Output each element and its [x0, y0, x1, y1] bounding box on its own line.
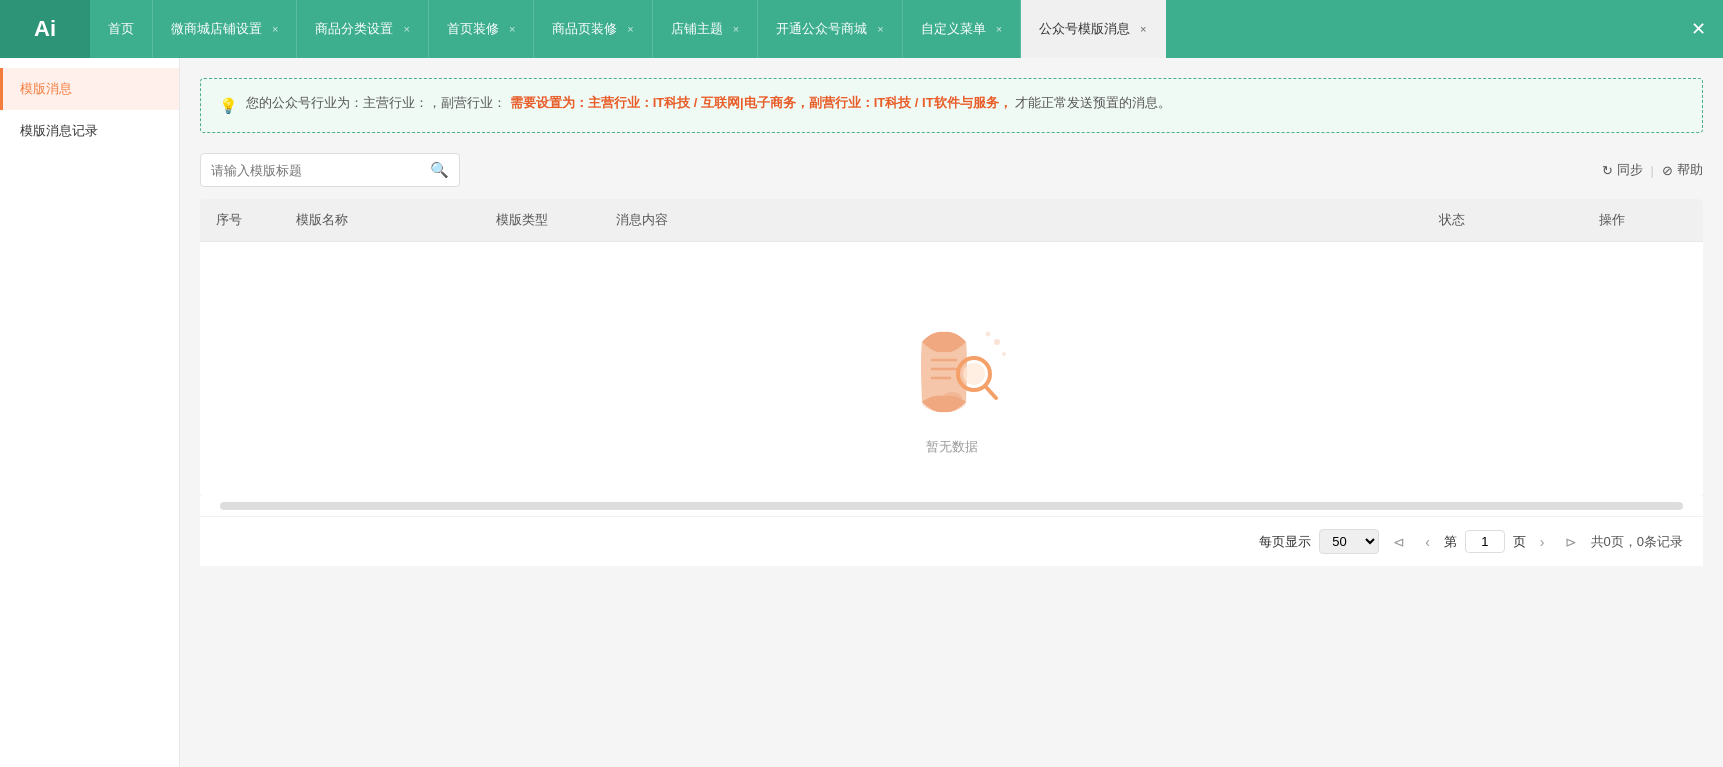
nav-tabs: 首页微商城店铺设置×商品分类设置×首页装修×商品页装修×店铺主题×开通公众号商城…: [90, 0, 1673, 58]
svg-point-10: [985, 332, 990, 337]
page-size-select[interactable]: 102050100: [1319, 529, 1379, 554]
current-page-prefix: 第: [1444, 533, 1457, 551]
help-button[interactable]: ⊘ 帮助: [1662, 161, 1703, 179]
notice-text: 您的公众号行业为：主营行业：，副营行业： 需要设置为：主营行业：IT科技 / 互…: [246, 93, 1171, 114]
table-header-row: 序号模版名称模版类型消息内容状态操作: [200, 199, 1703, 242]
table-col-content: 消息内容: [600, 199, 1423, 242]
nav-tab-shop-theme[interactable]: 店铺主题×: [653, 0, 758, 58]
empty-text: 暂无数据: [926, 438, 978, 456]
nav-tab-product-page-deco[interactable]: 商品页装修×: [534, 0, 652, 58]
empty-illustration: [892, 302, 1012, 422]
close-tab-icon[interactable]: ×: [1140, 23, 1146, 35]
close-tab-icon[interactable]: ×: [403, 23, 409, 35]
nav-tab-home[interactable]: 首页: [90, 0, 153, 58]
close-tab-icon[interactable]: ×: [627, 23, 633, 35]
sync-icon: ↻: [1602, 163, 1613, 178]
horizontal-scrollbar[interactable]: [220, 502, 1683, 510]
search-button[interactable]: 🔍: [430, 161, 449, 179]
prev-page-button[interactable]: ‹: [1419, 532, 1436, 552]
table-col-name: 模版名称: [280, 199, 480, 242]
close-tab-icon[interactable]: ×: [877, 23, 883, 35]
search-box: 🔍: [200, 153, 460, 187]
close-tab-icon[interactable]: ×: [733, 23, 739, 35]
sidebar: 模版消息模版消息记录: [0, 58, 180, 767]
data-table: 序号模版名称模版类型消息内容状态操作: [200, 199, 1703, 496]
next-page-button[interactable]: ›: [1534, 532, 1551, 552]
notice-icon: 💡: [219, 94, 238, 118]
table-col-index: 序号: [200, 199, 280, 242]
nav-tab-product-category[interactable]: 商品分类设置×: [297, 0, 428, 58]
close-all-button[interactable]: ✕: [1673, 0, 1723, 58]
toolbar-right: ↻ 同步 | ⊘ 帮助: [1602, 161, 1703, 179]
notice-banner: 💡 您的公众号行业为：主营行业：，副营行业： 需要设置为：主营行业：IT科技 /…: [200, 78, 1703, 133]
nav-tab-custom-menu[interactable]: 自定义菜单×: [903, 0, 1021, 58]
table-empty-row: 暂无数据: [200, 242, 1703, 497]
sidebar-item-template-msg-record[interactable]: 模版消息记录: [0, 110, 179, 152]
page-layout: 模版消息模版消息记录 💡 您的公众号行业为：主营行业：，副营行业： 需要设置为：…: [0, 58, 1723, 767]
table-col-actions: 操作: [1583, 199, 1703, 242]
svg-point-7: [942, 392, 962, 404]
nav-tab-open-wechat-shop[interactable]: 开通公众号商城×: [758, 0, 902, 58]
current-page-suffix: 页: [1513, 533, 1526, 551]
scrollbar-area: [200, 496, 1703, 516]
divider: |: [1651, 163, 1654, 178]
app-logo: Ai: [0, 0, 90, 58]
toolbar: 🔍 ↻ 同步 | ⊘ 帮助: [200, 153, 1703, 187]
sidebar-item-template-msg[interactable]: 模版消息: [0, 68, 179, 110]
empty-state: 暂无数据: [200, 242, 1703, 496]
nav-tab-shop-settings[interactable]: 微商城店铺设置×: [153, 0, 297, 58]
main-content: 💡 您的公众号行业为：主营行业：，副营行业： 需要设置为：主营行业：IT科技 /…: [180, 58, 1723, 767]
table-col-type: 模版类型: [480, 199, 600, 242]
svg-point-9: [1002, 352, 1006, 356]
close-tab-icon[interactable]: ×: [996, 23, 1002, 35]
help-icon: ⊘: [1662, 163, 1673, 178]
page-size-label: 每页显示: [1259, 533, 1311, 551]
table-header: 序号模版名称模版类型消息内容状态操作: [200, 199, 1703, 242]
close-tab-icon[interactable]: ×: [509, 23, 515, 35]
pagination: 每页显示 102050100 ⊲ ‹ 第 页 › ⊳ 共0页，0条记录: [200, 516, 1703, 566]
search-input[interactable]: [211, 163, 430, 178]
svg-point-8: [994, 339, 1000, 345]
table-col-status: 状态: [1423, 199, 1583, 242]
close-tab-icon[interactable]: ×: [272, 23, 278, 35]
last-page-button[interactable]: ⊳: [1559, 532, 1583, 552]
nav-tab-homepage-deco[interactable]: 首页装修×: [429, 0, 534, 58]
table-body: 暂无数据: [200, 242, 1703, 497]
current-page-input[interactable]: [1465, 530, 1505, 553]
total-text: 共0页，0条记录: [1591, 533, 1683, 551]
svg-line-6: [985, 386, 996, 398]
svg-point-5: [963, 363, 985, 385]
top-nav: Ai 首页微商城店铺设置×商品分类设置×首页装修×商品页装修×店铺主题×开通公众…: [0, 0, 1723, 58]
nav-tab-template-msg[interactable]: 公众号模版消息×: [1021, 0, 1165, 58]
sync-button[interactable]: ↻ 同步: [1602, 161, 1643, 179]
first-page-button[interactable]: ⊲: [1387, 532, 1411, 552]
